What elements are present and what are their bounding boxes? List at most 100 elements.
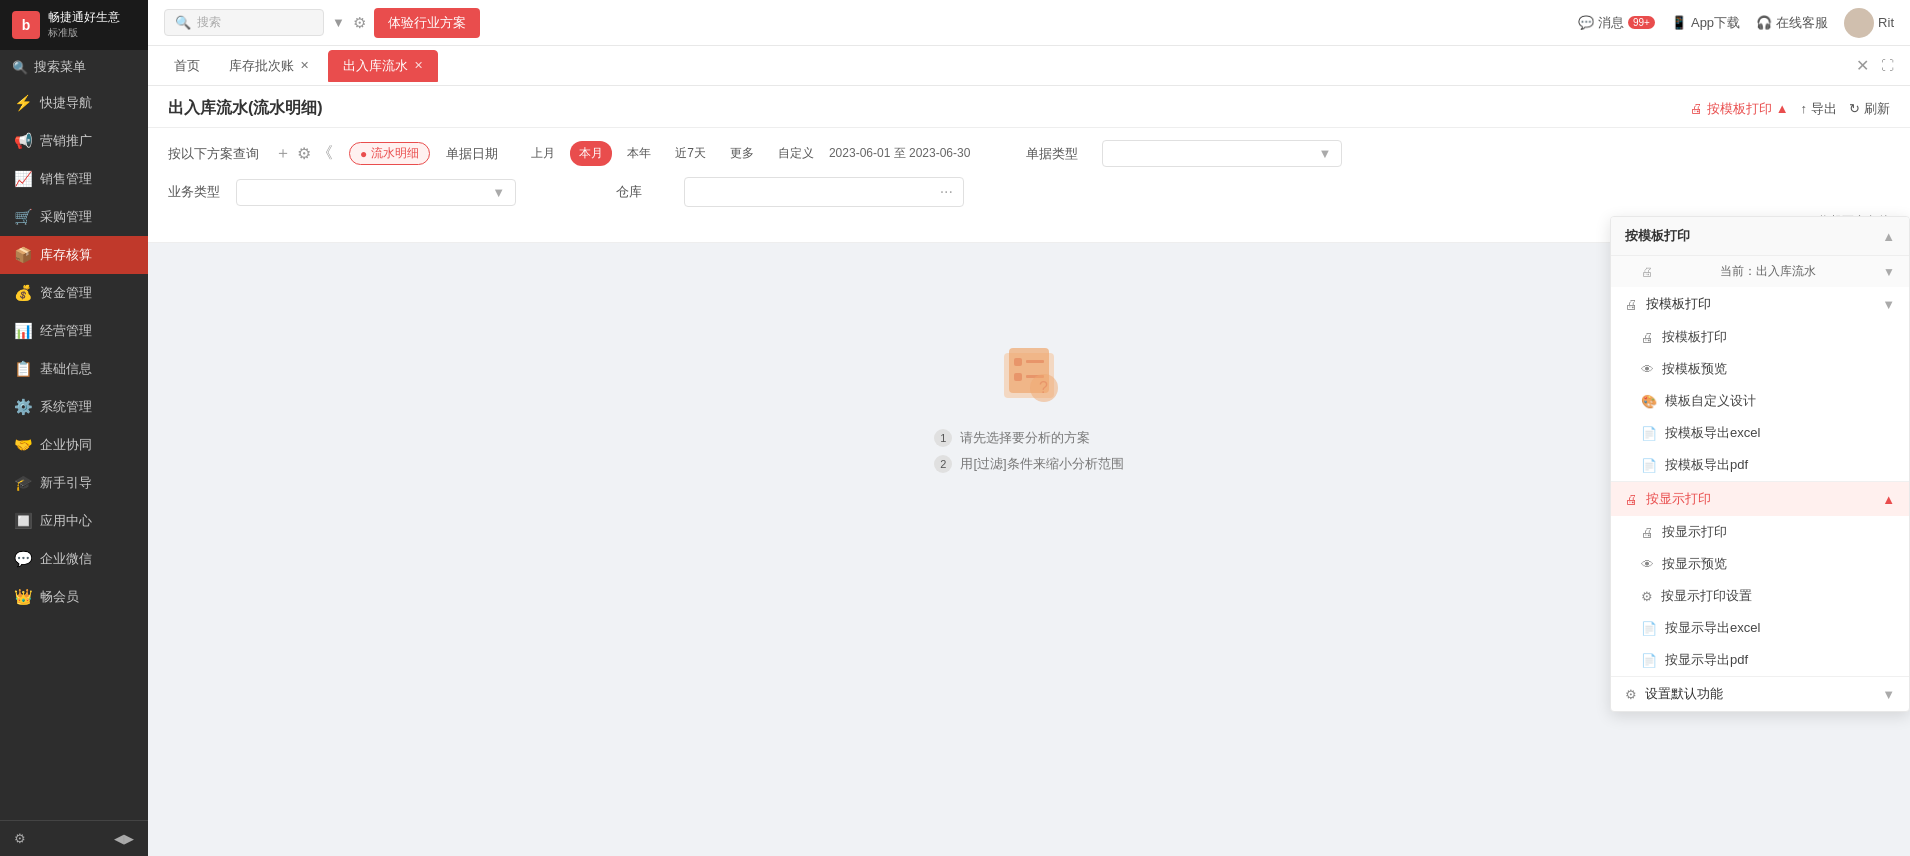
display-print-label: 按显示打印 xyxy=(1662,523,1727,541)
refresh-label: 刷新 xyxy=(1864,100,1890,118)
sidebar-item-operation[interactable]: 📊 经营管理 xyxy=(0,312,148,350)
add-filter-icon[interactable]: ＋ xyxy=(275,143,291,164)
template-pdf-icon: 📄 xyxy=(1641,458,1657,473)
sidebar-item-finance[interactable]: 💰 资金管理 xyxy=(0,274,148,312)
date-btn-last-month[interactable]: 上月 xyxy=(522,141,564,166)
tab-in-out-flow-close[interactable]: ✕ xyxy=(414,59,423,72)
warehouse-more-icon[interactable]: ··· xyxy=(940,183,953,201)
export-btn[interactable]: ↑ 导出 xyxy=(1801,100,1838,118)
sidebar-item-quick-nav[interactable]: ⚡ 快捷导航 xyxy=(0,84,148,122)
sidebar-item-marketing[interactable]: 📢 营销推广 xyxy=(0,122,148,160)
tab-batch-account[interactable]: 库存批次账 ✕ xyxy=(214,50,324,82)
doc-type-select[interactable]: ▼ xyxy=(1102,140,1342,167)
empty-step-2: 2 用[过滤]条件来缩小分析范围 xyxy=(934,455,1123,473)
date-btn-more[interactable]: 更多 xyxy=(721,141,763,166)
template-print-section-label: 按模板打印 xyxy=(1646,295,1711,313)
display-export-excel-label: 按显示导出excel xyxy=(1665,619,1760,637)
basics-icon: 📋 xyxy=(14,360,32,378)
biz-type-select[interactable]: ▼ xyxy=(236,179,516,206)
display-print-section-icon: 🖨 xyxy=(1625,492,1638,507)
sidebar-item-guide[interactable]: 🎓 新手引导 xyxy=(0,464,148,502)
purchase-icon: 🛒 xyxy=(14,208,32,226)
app-name: 畅捷通好生意 xyxy=(48,10,120,26)
display-preview-label: 按显示预览 xyxy=(1662,555,1727,573)
print-icon: 🖨 xyxy=(1690,101,1703,116)
sidebar-search-label: 搜索菜单 xyxy=(34,58,86,76)
active-filter-tag[interactable]: ● 流水明细 xyxy=(349,142,430,165)
panel-item-display-export-excel[interactable]: 📄 按显示导出excel xyxy=(1611,612,1909,644)
display-print-header[interactable]: 🖨 按显示打印 ▲ xyxy=(1611,482,1909,516)
sidebar-item-purchase[interactable]: 🛒 采购管理 xyxy=(0,198,148,236)
main-content: 🔍 搜索 ▼ ⚙ 体验行业方案 💬 消息 99+ 📱 App下载 🎧 在线客服 xyxy=(148,0,1910,856)
sidebar-item-system[interactable]: ⚙️ 系统管理 xyxy=(0,388,148,426)
template-print-section-icon: 🖨 xyxy=(1625,297,1638,312)
filter-row-1: 按以下方案查询 ＋ ⚙ 《 ● 流水明细 单据日期 上月 本月 本年 近7天 更… xyxy=(168,140,1890,167)
display-preview-icon: 👁 xyxy=(1641,557,1654,572)
panel-item-display-export-pdf[interactable]: 📄 按显示导出pdf xyxy=(1611,644,1909,676)
warehouse-select[interactable]: ··· xyxy=(684,177,964,207)
template-preview-label: 按模板预览 xyxy=(1662,360,1727,378)
date-filter: 上月 本月 本年 近7天 更多 自定义 2023-06-01 至 2023-06… xyxy=(522,141,970,166)
panel-collapse-icon[interactable]: ▲ xyxy=(1882,229,1895,244)
panel-item-template-export-pdf[interactable]: 📄 按模板导出pdf xyxy=(1611,449,1909,481)
panel-footer[interactable]: ⚙ 设置默认功能 ▼ xyxy=(1611,677,1909,711)
sidebar-search[interactable]: 🔍 搜索菜单 xyxy=(0,50,148,84)
guide-icon: 🎓 xyxy=(14,474,32,492)
date-btn-7-days[interactable]: 近7天 xyxy=(666,141,715,166)
sidebar-item-inventory[interactable]: 📦 库存核算 xyxy=(0,236,148,274)
user-avatar-item[interactable]: Rit xyxy=(1844,8,1894,38)
industry-btn[interactable]: 体验行业方案 xyxy=(374,8,480,38)
msg-item[interactable]: 💬 消息 99+ xyxy=(1578,14,1655,32)
sidebar-item-label: 经营管理 xyxy=(40,322,92,340)
sidebar-item-label: 畅会员 xyxy=(40,588,79,606)
panel-item-display-print[interactable]: 🖨 按显示打印 xyxy=(1611,516,1909,548)
panel-current: 🖨 当前：出入库流水 ▼ xyxy=(1611,256,1909,287)
page-actions: 🖨 按模板打印 ▲ ↑ 导出 ↻ 刷新 xyxy=(1690,100,1890,118)
sidebar-item-sales[interactable]: 📈 销售管理 xyxy=(0,160,148,198)
collapse-sidebar-icon[interactable]: ◀▶ xyxy=(114,831,134,846)
expand-btn[interactable]: ⛶ xyxy=(1881,58,1894,73)
date-btn-this-month[interactable]: 本月 xyxy=(570,141,612,166)
template-print-header[interactable]: 🖨 按模板打印 ▼ xyxy=(1611,287,1909,321)
sidebar-item-vip[interactable]: 👑 畅会员 xyxy=(0,578,148,616)
sidebar: b 畅捷通好生意 标准版 🔍 搜索菜单 ⚡ 快捷导航 📢 营销推广 📈 销售管理… xyxy=(0,0,148,856)
sidebar-item-wechat[interactable]: 💬 企业微信 xyxy=(0,540,148,578)
close-page-btn[interactable]: ✕ xyxy=(1856,56,1869,75)
refresh-btn[interactable]: ↻ 刷新 xyxy=(1849,100,1890,118)
template-excel-icon: 📄 xyxy=(1641,426,1657,441)
panel-item-display-preview[interactable]: 👁 按显示预览 xyxy=(1611,548,1909,580)
warehouse-item: 仓库 ··· xyxy=(616,177,964,207)
tab-home[interactable]: 首页 xyxy=(164,51,210,81)
topbar-gear-icon[interactable]: ⚙ xyxy=(353,14,366,32)
topbar-dropdown-icon[interactable]: ▼ xyxy=(332,15,345,30)
online-service-item[interactable]: 🎧 在线客服 xyxy=(1756,14,1828,32)
date-btn-this-year[interactable]: 本年 xyxy=(618,141,660,166)
tab-in-out-flow[interactable]: 出入库流水 ✕ xyxy=(328,50,438,82)
app-download-item[interactable]: 📱 App下载 xyxy=(1671,14,1740,32)
app-download-label: App下载 xyxy=(1691,14,1740,32)
sidebar-item-app-center[interactable]: 🔲 应用中心 xyxy=(0,502,148,540)
panel-item-template-export-excel[interactable]: 📄 按模板导出excel xyxy=(1611,417,1909,449)
settings-filter-icon[interactable]: ⚙ xyxy=(297,144,311,163)
panel-item-template-preview[interactable]: 👁 按模板预览 xyxy=(1611,353,1909,385)
panel-item-template-custom[interactable]: 🎨 模板自定义设计 xyxy=(1611,385,1909,417)
panel-item-display-settings[interactable]: ⚙ 按显示打印设置 xyxy=(1611,580,1909,612)
date-btn-custom[interactable]: 自定义 xyxy=(769,141,823,166)
template-preview-icon: 👁 xyxy=(1641,362,1654,377)
empty-step-1: 1 请先选择要分析的方案 xyxy=(934,429,1123,447)
collapse-filter-icon[interactable]: 《 xyxy=(317,143,333,164)
display-print-section-label: 按显示打印 xyxy=(1646,490,1711,508)
panel-item-template-print[interactable]: 🖨 按模板打印 xyxy=(1611,321,1909,353)
settings-icon[interactable]: ⚙ xyxy=(14,831,26,846)
print-btn[interactable]: 🖨 按模板打印 ▲ xyxy=(1690,100,1789,118)
sidebar-item-basics[interactable]: 📋 基础信息 xyxy=(0,350,148,388)
sidebar-item-label: 企业协同 xyxy=(40,436,92,454)
headset-icon: 🎧 xyxy=(1756,15,1772,30)
sidebar-item-label: 资金管理 xyxy=(40,284,92,302)
sidebar-item-enterprise[interactable]: 🤝 企业协同 xyxy=(0,426,148,464)
sidebar-nav: ⚡ 快捷导航 📢 营销推广 📈 销售管理 🛒 采购管理 📦 库存核算 💰 资金管… xyxy=(0,84,148,820)
export-icon: ↑ xyxy=(1801,101,1808,116)
tab-batch-account-close[interactable]: ✕ xyxy=(300,59,309,72)
topbar-search-box[interactable]: 🔍 搜索 xyxy=(164,9,324,36)
filter-row-2: 业务类型 ▼ 仓库 ··· xyxy=(168,177,1890,207)
